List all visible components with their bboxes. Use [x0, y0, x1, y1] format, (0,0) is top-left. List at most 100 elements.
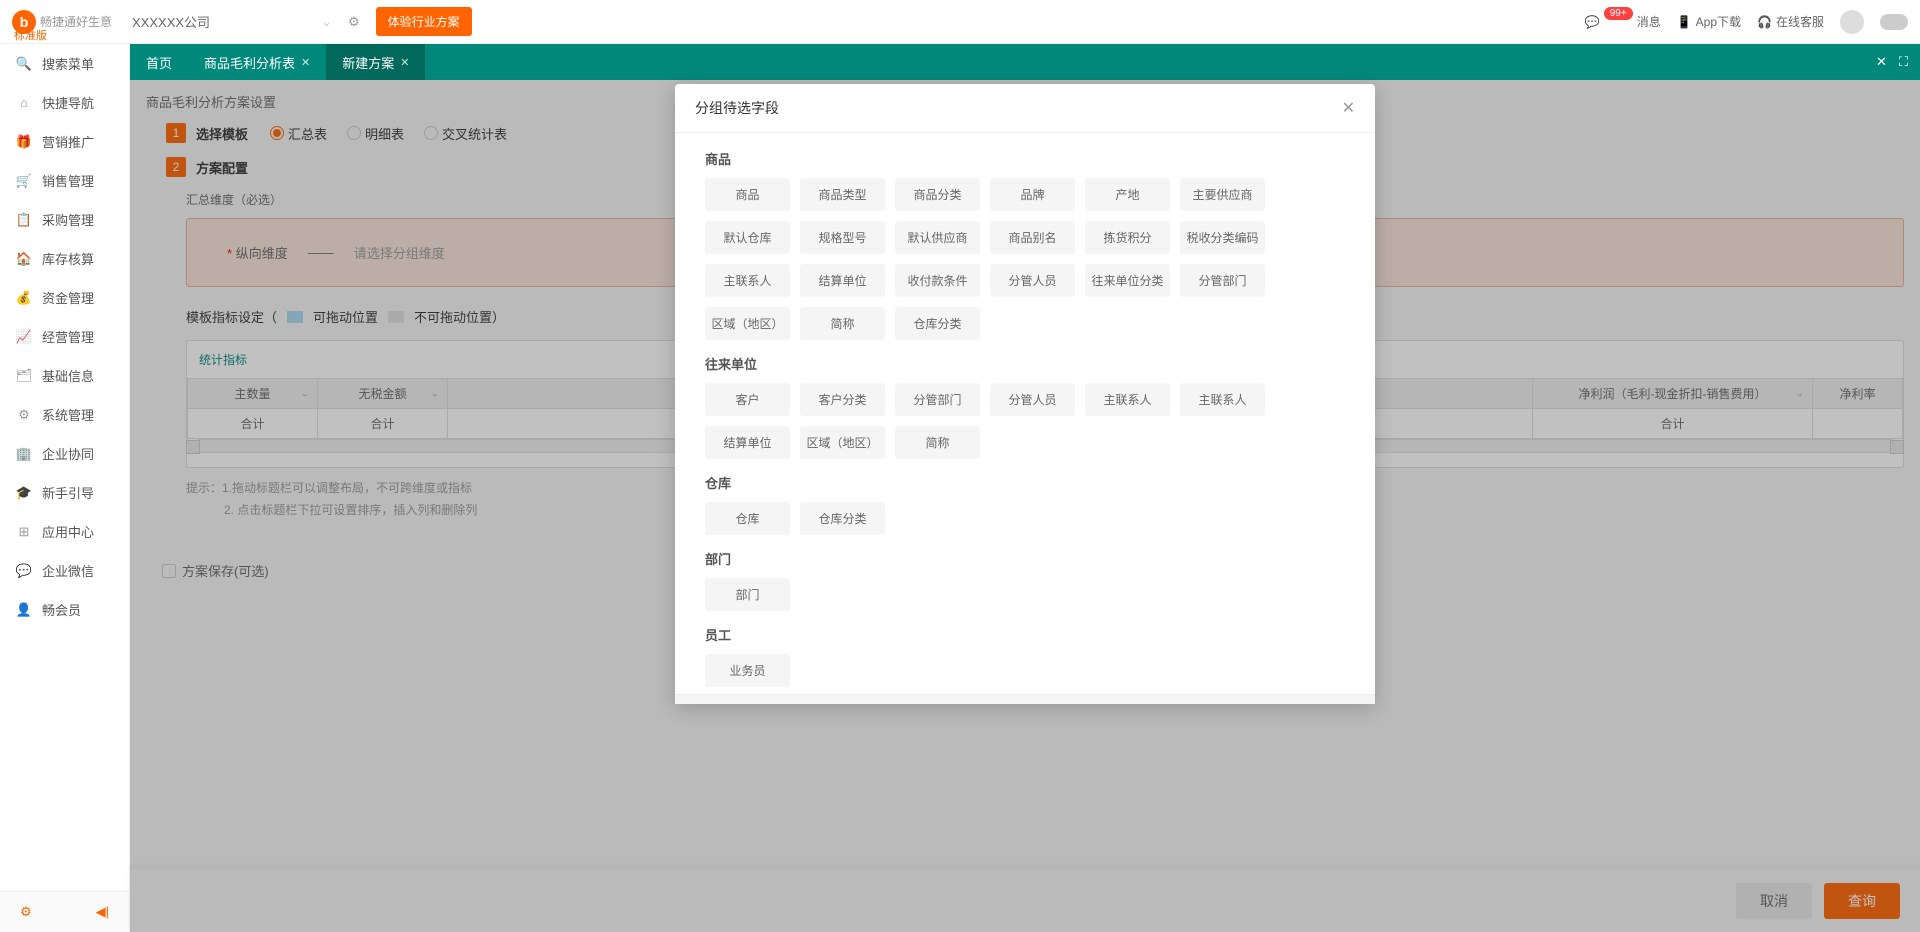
sidebar-label: 应用中心	[42, 522, 94, 541]
tab-new-plan[interactable]: 新建方案 ✕	[326, 44, 425, 80]
sidebar-item-9[interactable]: ⚙系统管理	[0, 395, 129, 434]
field-chip[interactable]: 产地	[1085, 178, 1170, 211]
chevron-down-icon: ⌄	[321, 14, 332, 30]
messages-link[interactable]: 💬 99+ 消息	[1585, 13, 1661, 30]
sidebar-icon: 🛒	[16, 173, 32, 189]
app-download-link[interactable]: 📱 App下载	[1677, 13, 1741, 30]
field-chip[interactable]: 商品类型	[800, 178, 885, 211]
field-chip[interactable]: 商品别名	[990, 221, 1075, 254]
field-chip[interactable]: 主要供应商	[1180, 178, 1265, 211]
field-chip[interactable]: 分管部门	[1180, 264, 1265, 297]
field-chip[interactable]: 默认供应商	[895, 221, 980, 254]
field-chip[interactable]: 区域（地区）	[705, 307, 790, 340]
sidebar-icon: 👤	[16, 602, 32, 618]
field-chip[interactable]: 商品分类	[895, 178, 980, 211]
field-chip[interactable]: 客户分类	[800, 383, 885, 416]
sidebar-label: 畅会员	[42, 600, 81, 619]
header-right: 💬 99+ 消息 📱 App下载 🎧 在线客服	[1585, 10, 1908, 34]
field-chip[interactable]: 拣货积分	[1085, 221, 1170, 254]
field-chip[interactable]: 仓库分类	[800, 502, 885, 535]
field-chip[interactable]: 简称	[800, 307, 885, 340]
sidebar-item-14[interactable]: 👤 畅会员	[0, 590, 129, 629]
message-icon: 💬	[1585, 15, 1600, 29]
field-chip[interactable]: 主联系人	[1085, 383, 1170, 416]
fullscreen-icon[interactable]: ⛶	[1899, 54, 1908, 70]
sidebar-icon: ⊞	[16, 524, 32, 540]
field-chip[interactable]: 主联系人	[705, 264, 790, 297]
sidebar-label: 采购管理	[42, 210, 94, 229]
field-chip[interactable]: 结算单位	[705, 426, 790, 459]
field-group-title: 仓库	[705, 473, 1345, 492]
field-chip[interactable]: 分管人员	[990, 264, 1075, 297]
field-chip[interactable]: 分管人员	[990, 383, 1075, 416]
sidebar-icon: 📋	[16, 212, 32, 228]
sidebar-icon: ⚙	[16, 407, 32, 423]
sidebar-item-10[interactable]: 🏢企业协同	[0, 434, 129, 473]
main: 首页 商品毛利分析表 ✕ 新建方案 ✕ ✕ ⛶ 商品毛利分析方案设置 1 选择模…	[130, 44, 1920, 932]
sidebar-icon: 🎁	[16, 134, 32, 150]
sidebar-item-3[interactable]: 🛒销售管理	[0, 161, 129, 200]
field-chip[interactable]: 区域（地区）	[800, 426, 885, 459]
tab-home[interactable]: 首页	[130, 44, 188, 80]
theme-toggle[interactable]	[1880, 14, 1908, 30]
close-icon[interactable]: ✕	[301, 56, 310, 69]
sidebar-label: 快捷导航	[42, 93, 94, 112]
tabs-bar: 首页 商品毛利分析表 ✕ 新建方案 ✕ ✕ ⛶	[130, 44, 1920, 80]
trial-button[interactable]: 体验行业方案	[376, 7, 472, 36]
sidebar-label: 搜索菜单	[42, 54, 94, 73]
sidebar-icon: 📈	[16, 329, 32, 345]
online-service-link[interactable]: 🎧 在线客服	[1757, 13, 1824, 30]
field-chip[interactable]: 规格型号	[800, 221, 885, 254]
sidebar-item-12[interactable]: ⊞ 应用中心	[0, 512, 129, 551]
field-chip[interactable]: 默认仓库	[705, 221, 790, 254]
close-icon[interactable]: ✕	[400, 56, 409, 69]
sidebar-bottom: ⚙ ◀|	[0, 891, 129, 932]
tab-analysis[interactable]: 商品毛利分析表 ✕	[188, 44, 326, 80]
sidebar-item-7[interactable]: 📈 经营管理	[0, 317, 129, 356]
sidebar-item-1[interactable]: ⌂ 快捷导航	[0, 83, 129, 122]
avatar[interactable]	[1840, 10, 1864, 34]
sidebar-icon: ⌂	[16, 95, 32, 111]
field-chip[interactable]: 仓库	[705, 502, 790, 535]
sidebar-icon: 💬	[16, 563, 32, 579]
sidebar-item-11[interactable]: 🎓 新手引导	[0, 473, 129, 512]
sidebar-item-2[interactable]: 🎁营销推广	[0, 122, 129, 161]
modal-h-scroll[interactable]	[675, 694, 1375, 704]
sidebar-icon: 🎓	[16, 485, 32, 501]
sidebar-label: 资金管理	[42, 288, 94, 307]
modal-overlay[interactable]: 分组待选字段 ✕ 商品商品商品类型商品分类品牌产地主要供应商默认仓库规格型号默认…	[130, 80, 1920, 932]
modal-header: 分组待选字段 ✕	[675, 84, 1375, 133]
collapse-icon[interactable]: ◀|	[96, 904, 109, 920]
sidebar-item-13[interactable]: 💬企业微信	[0, 551, 129, 590]
field-chip[interactable]: 品牌	[990, 178, 1075, 211]
field-chip[interactable]: 分管部门	[895, 383, 980, 416]
sidebar-item-6[interactable]: 💰资金管理	[0, 278, 129, 317]
close-icon[interactable]: ✕	[1342, 98, 1355, 118]
field-chip[interactable]: 部门	[705, 578, 790, 611]
field-chip[interactable]: 简称	[895, 426, 980, 459]
gear-icon[interactable]: ⚙	[348, 14, 360, 30]
sidebar-label: 新手引导	[42, 483, 94, 502]
sidebar-item-4[interactable]: 📋 采购管理	[0, 200, 129, 239]
field-group-title: 部门	[705, 549, 1345, 568]
sidebar-icon: 🔍	[16, 56, 32, 72]
field-chip[interactable]: 业务员	[705, 654, 790, 687]
field-chip[interactable]: 仓库分类	[895, 307, 980, 340]
sidebar-item-5[interactable]: 🏠库存核算	[0, 239, 129, 278]
field-group-title: 员工	[705, 625, 1345, 644]
sidebar-item-0[interactable]: 🔍 搜索菜单	[0, 44, 129, 83]
company-select[interactable]: XXXXXX公司 ⌄	[132, 12, 332, 31]
close-all-icon[interactable]: ✕	[1876, 54, 1887, 70]
field-chip[interactable]: 主联系人	[1180, 383, 1265, 416]
sidebar-label: 经营管理	[42, 327, 94, 346]
field-chip[interactable]: 结算单位	[800, 264, 885, 297]
field-chip[interactable]: 商品	[705, 178, 790, 211]
modal-body: 商品商品商品类型商品分类品牌产地主要供应商默认仓库规格型号默认供应商商品别名拣货…	[675, 133, 1375, 694]
field-chip[interactable]: 往来单位分类	[1085, 264, 1170, 297]
field-chip[interactable]: 收付款条件	[895, 264, 980, 297]
sidebar-icon: 🏢	[16, 446, 32, 462]
settings-icon[interactable]: ⚙	[20, 904, 32, 920]
field-chip[interactable]: 客户	[705, 383, 790, 416]
field-chip[interactable]: 税收分类编码	[1180, 221, 1265, 254]
sidebar-item-8[interactable]: 🗂基础信息	[0, 356, 129, 395]
